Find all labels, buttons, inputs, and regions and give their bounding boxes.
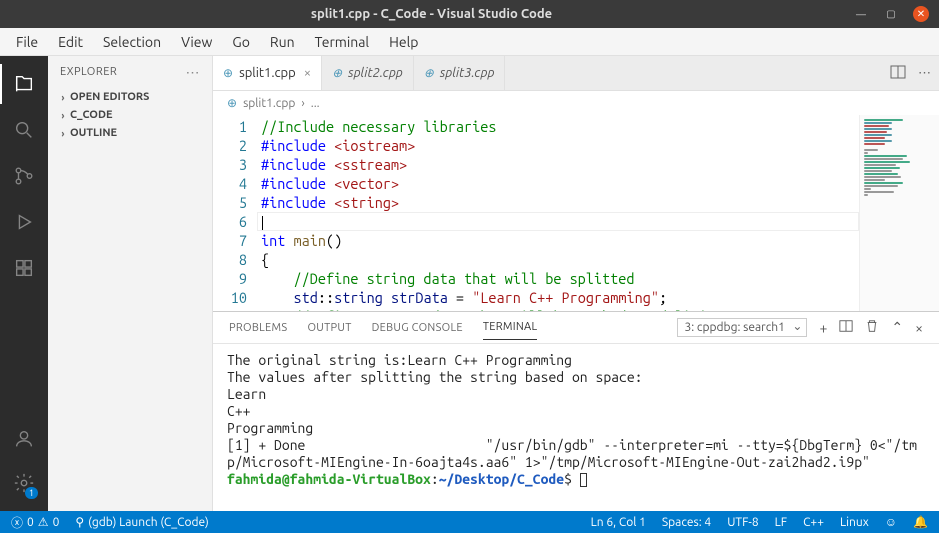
tab-split2[interactable]: ⊕ split2.cpp <box>322 56 414 90</box>
status-bell-icon[interactable]: 🔔 <box>910 515 931 529</box>
line-number-gutter: 1234567891011 <box>213 115 261 311</box>
sidebar-more-icon[interactable]: ⋯ <box>186 64 201 81</box>
new-terminal-icon[interactable]: + <box>819 320 827 336</box>
menu-go[interactable]: Go <box>222 30 259 54</box>
extensions-icon[interactable] <box>0 248 48 288</box>
status-bar: ⓧ0⚠0 ⚲(gdb) Launch (C_Code) Ln 6, Col 1 … <box>0 511 939 533</box>
tab-label: split3.cpp <box>440 66 495 80</box>
terminal-selector[interactable]: 3: cppdbg: search1 <box>677 318 807 337</box>
menu-terminal[interactable]: Terminal <box>305 30 380 54</box>
window-titlebar: split1.cpp - C_Code - Visual Studio Code… <box>0 0 939 28</box>
terminal-output[interactable]: The original string is:Learn C++ Program… <box>213 344 939 511</box>
editor-tabs: ⊕ split1.cpp × ⊕ split2.cpp ⊕ split3.cpp… <box>213 56 939 91</box>
status-os[interactable]: Linux <box>837 516 872 529</box>
code-editor[interactable]: 1234567891011 //Include necessary librar… <box>213 115 939 311</box>
close-button[interactable]: ✕ <box>913 6 929 22</box>
kill-terminal-icon[interactable] <box>865 319 879 336</box>
section-open-editors[interactable]: ›OPEN EDITORS <box>48 88 212 106</box>
menu-edit[interactable]: Edit <box>48 30 93 54</box>
menu-view[interactable]: View <box>171 30 222 54</box>
menu-help[interactable]: Help <box>379 30 428 54</box>
panel-tabs: PROBLEMS OUTPUT DEBUG CONSOLE TERMINAL 3… <box>213 312 939 344</box>
explorer-sidebar: EXPLORER ⋯ ›OPEN EDITORS ›C_CODE ›OUTLIN… <box>48 56 213 511</box>
status-encoding[interactable]: UTF-8 <box>724 516 761 529</box>
tab-label: split1.cpp <box>239 66 296 80</box>
status-feedback-icon[interactable]: ☺ <box>882 515 900 529</box>
tab-split1[interactable]: ⊕ split1.cpp × <box>213 56 322 90</box>
status-language[interactable]: C++ <box>800 516 827 529</box>
split-terminal-icon[interactable] <box>839 319 853 336</box>
accounts-icon[interactable] <box>0 419 48 459</box>
cpp-file-icon: ⊕ <box>227 96 237 110</box>
tab-split3[interactable]: ⊕ split3.cpp <box>414 56 506 90</box>
bottom-panel: PROBLEMS OUTPUT DEBUG CONSOLE TERMINAL 3… <box>213 311 939 511</box>
status-cursor-position[interactable]: Ln 6, Col 1 <box>588 516 649 529</box>
status-errors[interactable]: ⓧ0⚠0 <box>8 514 62 531</box>
menu-run[interactable]: Run <box>260 30 305 54</box>
window-title: split1.cpp - C_Code - Visual Studio Code <box>10 7 853 21</box>
panel-tab-output[interactable]: OUTPUT <box>307 316 351 340</box>
panel-tab-terminal[interactable]: TERMINAL <box>483 315 538 340</box>
editor-area: ⊕ split1.cpp × ⊕ split2.cpp ⊕ split3.cpp… <box>213 56 939 511</box>
menu-file[interactable]: File <box>6 30 48 54</box>
tab-label: split2.cpp <box>348 66 403 80</box>
status-indentation[interactable]: Spaces: 4 <box>659 516 714 529</box>
settings-gear-icon[interactable]: 1 <box>0 463 48 503</box>
status-eol[interactable]: LF <box>772 516 790 529</box>
menubar: File Edit Selection View Go Run Terminal… <box>0 28 939 56</box>
explorer-icon[interactable] <box>0 64 48 104</box>
chevron-up-icon[interactable]: ⌃ <box>891 319 903 336</box>
menu-selection[interactable]: Selection <box>93 30 171 54</box>
tab-close-icon[interactable]: × <box>304 66 311 80</box>
code-content[interactable]: //Include necessary libraries#include <i… <box>261 115 859 311</box>
status-launch-config[interactable]: ⚲(gdb) Launch (C_Code) <box>72 515 211 529</box>
section-workspace[interactable]: ›C_CODE <box>48 106 212 124</box>
run-debug-icon[interactable] <box>0 202 48 242</box>
cpp-file-icon: ⊕ <box>424 66 434 80</box>
source-control-icon[interactable] <box>0 156 48 196</box>
cpp-file-icon: ⊕ <box>332 66 342 80</box>
minimap[interactable] <box>859 115 939 311</box>
sidebar-title: EXPLORER <box>60 66 117 78</box>
breadcrumb[interactable]: ⊕ split1.cpp › ... <box>213 91 939 115</box>
cpp-file-icon: ⊕ <box>223 66 233 80</box>
panel-tab-problems[interactable]: PROBLEMS <box>229 316 287 340</box>
panel-tab-debug-console[interactable]: DEBUG CONSOLE <box>372 316 463 340</box>
split-editor-icon[interactable] <box>890 64 906 83</box>
close-panel-icon[interactable]: × <box>915 320 923 336</box>
editor-more-icon[interactable]: ⋯ <box>918 66 931 81</box>
section-outline[interactable]: ›OUTLINE <box>48 124 212 142</box>
search-icon[interactable] <box>0 110 48 150</box>
activity-bar: 1 <box>0 56 48 511</box>
minimize-button[interactable]: — <box>853 6 869 22</box>
maximize-button[interactable]: ▢ <box>883 6 899 22</box>
